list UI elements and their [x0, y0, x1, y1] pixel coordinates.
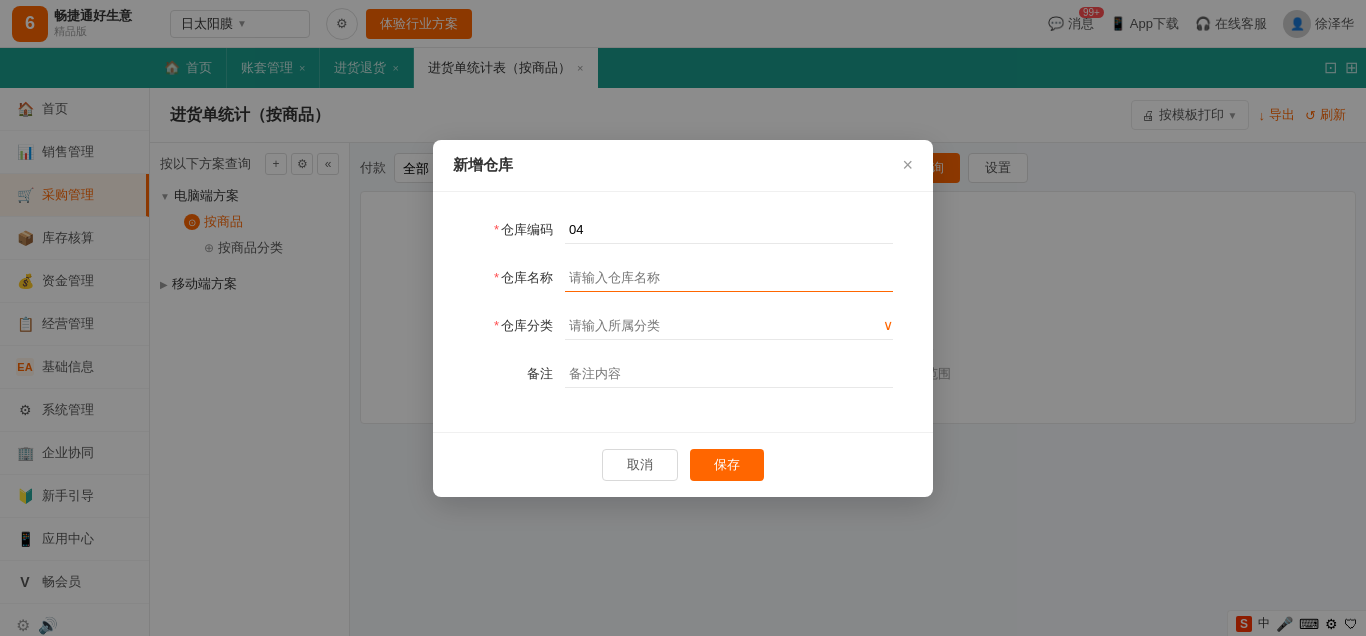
name-label: 仓库名称 [473, 269, 553, 287]
form-row-name: 仓库名称 [473, 264, 893, 292]
modal-footer: 取消 保存 [433, 432, 933, 497]
save-button[interactable]: 保存 [690, 449, 764, 481]
form-row-code: 仓库编码 [473, 216, 893, 244]
modal-header: 新增仓库 × [433, 140, 933, 192]
warehouse-name-input[interactable] [565, 264, 893, 292]
modal-overlay[interactable]: 新增仓库 × 仓库编码 仓库名称 仓库分类 ∨ [0, 0, 1366, 636]
form-row-category: 仓库分类 ∨ [473, 312, 893, 340]
code-label: 仓库编码 [473, 221, 553, 239]
warehouse-category-input[interactable] [565, 312, 883, 339]
new-warehouse-modal: 新增仓库 × 仓库编码 仓库名称 仓库分类 ∨ [433, 140, 933, 497]
note-label: 备注 [473, 365, 553, 383]
modal-body: 仓库编码 仓库名称 仓库分类 ∨ 备注 [433, 192, 933, 432]
warehouse-code-input[interactable] [565, 216, 893, 244]
category-dropdown-arrow[interactable]: ∨ [883, 317, 893, 333]
form-row-note: 备注 [473, 360, 893, 388]
category-label: 仓库分类 [473, 317, 553, 335]
modal-close-btn[interactable]: × [902, 156, 913, 174]
cancel-button[interactable]: 取消 [602, 449, 678, 481]
modal-title: 新增仓库 [453, 156, 513, 175]
warehouse-note-input[interactable] [565, 360, 893, 388]
category-select-wrapper: ∨ [565, 312, 893, 340]
